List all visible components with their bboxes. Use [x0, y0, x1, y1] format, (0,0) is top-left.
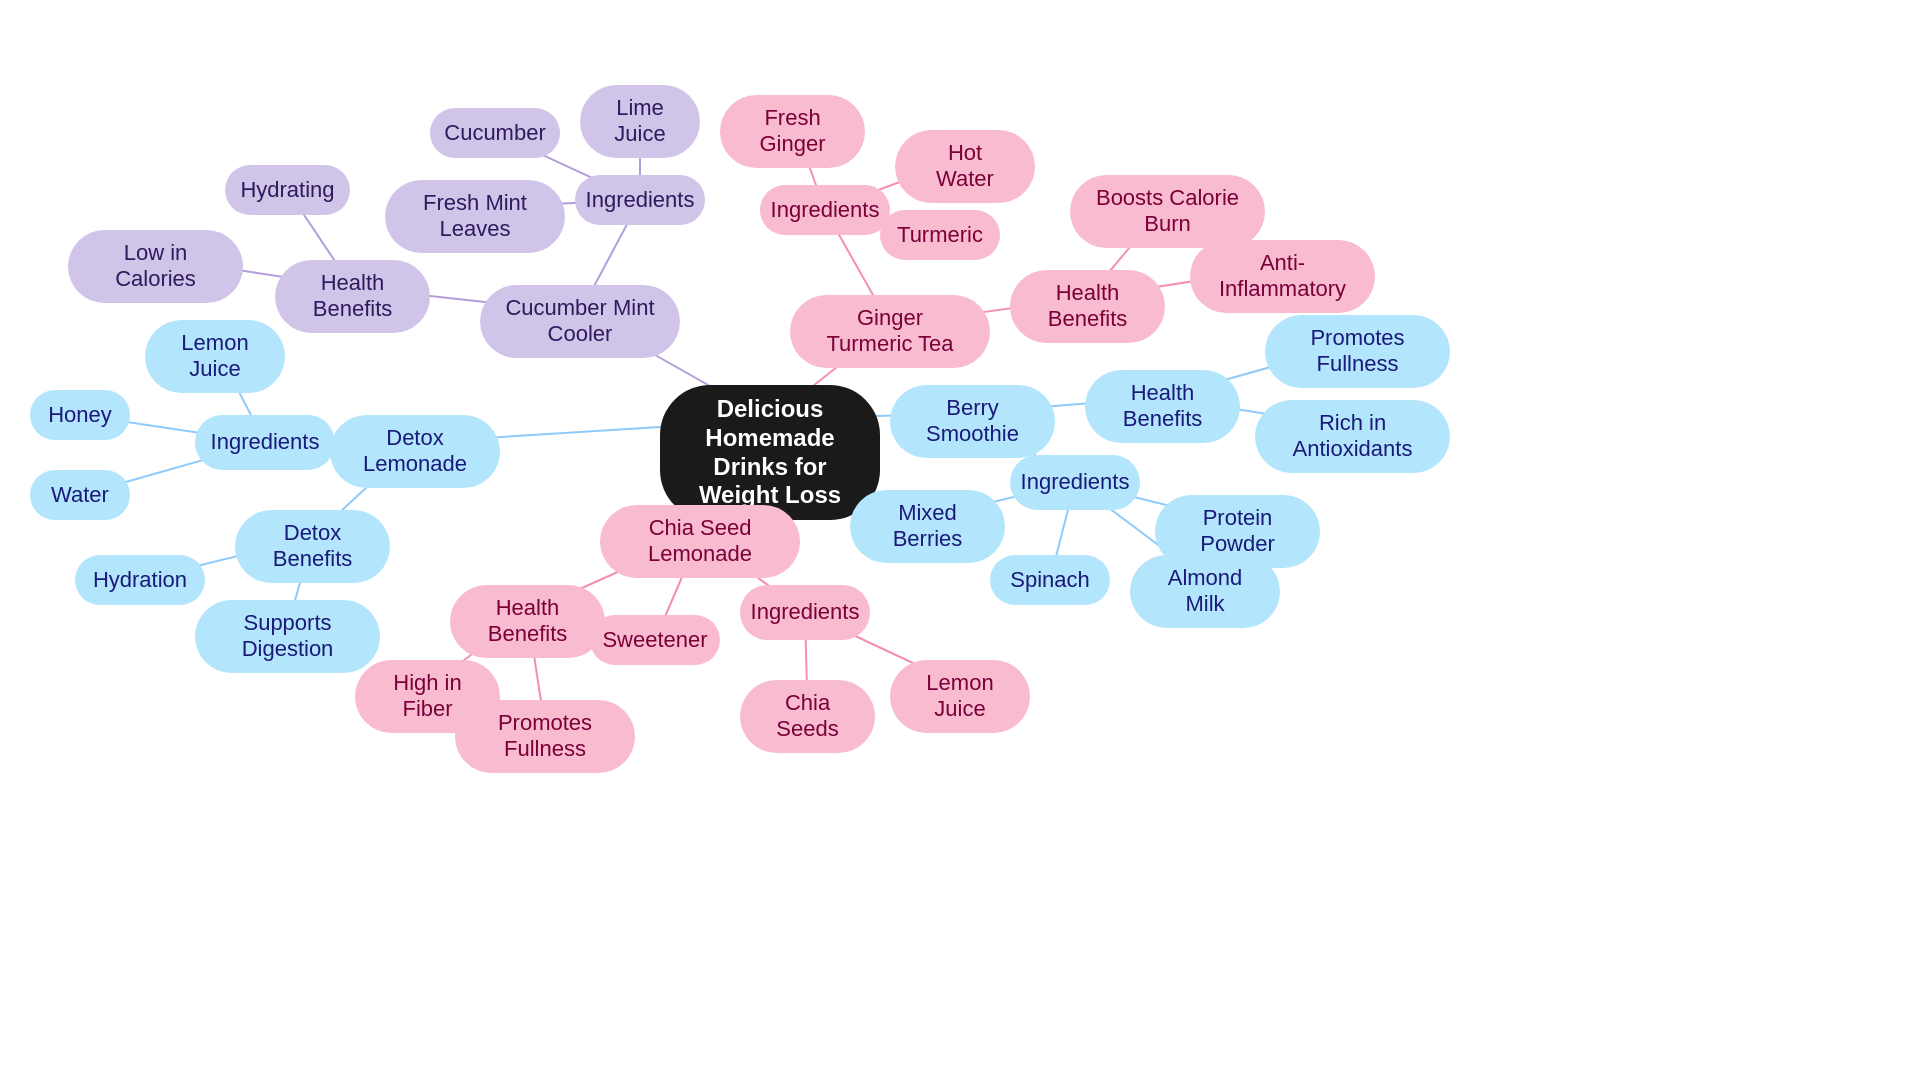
- detox-lemonade: Detox Lemonade: [330, 415, 500, 488]
- lemon-juice-csl: Lemon Juice: [890, 660, 1030, 733]
- ingredients-cmc: Ingredients: [575, 175, 705, 225]
- health-benefits-gt: Health Benefits: [1010, 270, 1165, 343]
- cucumber-mint: Cucumber Mint Cooler: [480, 285, 680, 358]
- boosts-calorie: Boosts Calorie Burn: [1070, 175, 1265, 248]
- ingredients-gt: Ingredients: [760, 185, 890, 235]
- ingredients-detox: Ingredients: [195, 415, 335, 470]
- turmeric: Turmeric: [880, 210, 1000, 260]
- anti-inflammatory: Anti-Inflammatory: [1190, 240, 1375, 313]
- chia-seed-lemon: Chia Seed Lemonade: [600, 505, 800, 578]
- promotes-fullness-csl: Promotes Fullness: [455, 700, 635, 773]
- ingredients-csl: Ingredients: [740, 585, 870, 640]
- hydration: Hydration: [75, 555, 205, 605]
- berry-smoothie: Berry Smoothie: [890, 385, 1055, 458]
- almond-milk: Almond Milk: [1130, 555, 1280, 628]
- sweetener: Sweetener: [590, 615, 720, 665]
- supports-digestion: Supports Digestion: [195, 600, 380, 673]
- promotes-fullness-bs: Promotes Fullness: [1265, 315, 1450, 388]
- ginger-turmeric: Ginger Turmeric Tea: [790, 295, 990, 368]
- health-benefits-bs: Health Benefits: [1085, 370, 1240, 443]
- rich-antioxidants: Rich in Antioxidants: [1255, 400, 1450, 473]
- spinach: Spinach: [990, 555, 1110, 605]
- honey: Honey: [30, 390, 130, 440]
- hydrating: Hydrating: [225, 165, 350, 215]
- mixed-berries: Mixed Berries: [850, 490, 1005, 563]
- detox-benefits: Detox Benefits: [235, 510, 390, 583]
- fresh-mint: Fresh Mint Leaves: [385, 180, 565, 253]
- low-in-calories: Low in Calories: [68, 230, 243, 303]
- chia-seeds: Chia Seeds: [740, 680, 875, 753]
- water: Water: [30, 470, 130, 520]
- hot-water: Hot Water: [895, 130, 1035, 203]
- fresh-ginger: Fresh Ginger: [720, 95, 865, 168]
- health-benefits-csl: Health Benefits: [450, 585, 605, 658]
- health-benefits-cmc: Health Benefits: [275, 260, 430, 333]
- center-node: Delicious Homemade Drinks for Weight Los…: [660, 385, 880, 520]
- lime-juice: Lime Juice: [580, 85, 700, 158]
- ingredients-bs: Ingredients: [1010, 455, 1140, 510]
- lemon-juice: Lemon Juice: [145, 320, 285, 393]
- cucumber: Cucumber: [430, 108, 560, 158]
